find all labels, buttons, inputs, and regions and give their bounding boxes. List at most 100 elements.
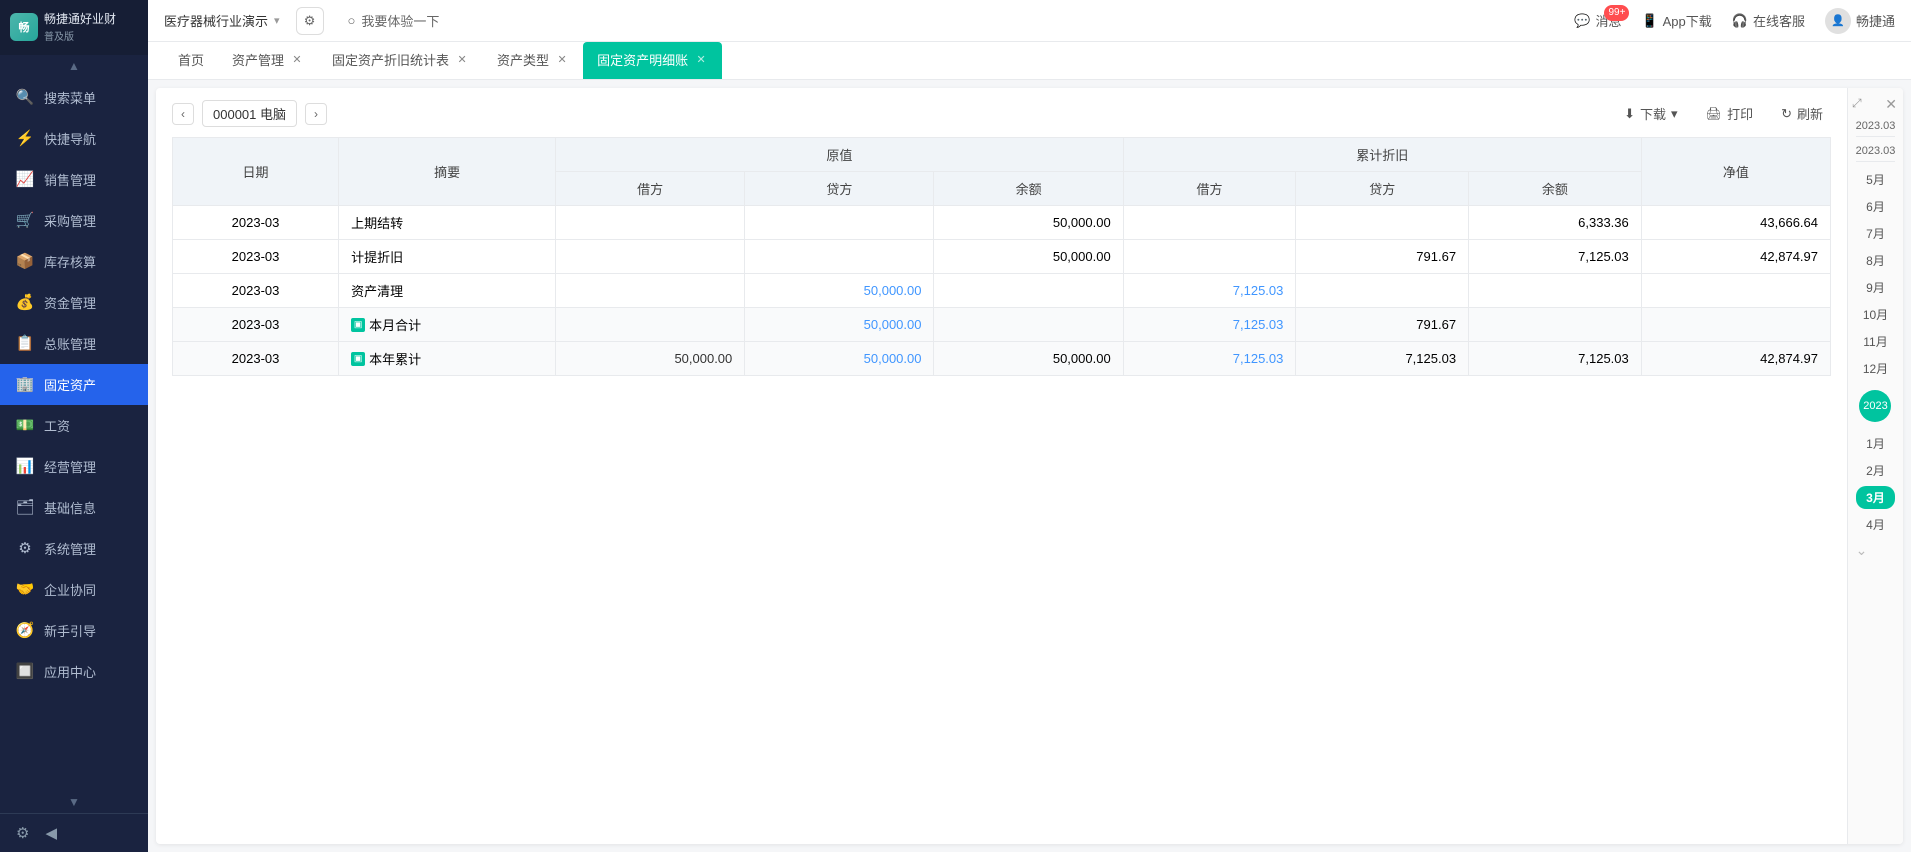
sidebar-item-guide[interactable]: 🧭新手引导 [0, 610, 148, 651]
timeline-month[interactable]: 11月 [1856, 328, 1896, 355]
cell-net-value: 43,666.64 [1641, 206, 1830, 240]
cell-orig-credit: 50,000.00 [745, 308, 934, 342]
ledger-icon: 📋 [16, 334, 34, 352]
cell-summary: ▣本月合计 [339, 308, 556, 342]
sidebar-item-label: 快捷导航 [44, 129, 96, 148]
cell-date: 2023-03 [173, 206, 339, 240]
app-logo: 畅 畅捷通好业财 普及版 [0, 0, 148, 55]
sidebar-item-salary[interactable]: 💵工资 [0, 405, 148, 446]
timeline-month[interactable]: 7月 [1856, 220, 1896, 247]
cell-orig-debit: 50,000.00 [556, 342, 745, 376]
col-orig-credit: 贷方 [745, 172, 934, 206]
tab-close-asset-type[interactable]: ✕ [555, 53, 569, 67]
user-profile[interactable]: 👤 畅捷通 [1825, 8, 1895, 34]
timeline-month[interactable]: 6月 [1856, 193, 1896, 220]
timeline-month-active[interactable]: 3月 [1856, 486, 1896, 509]
sidebar-scroll-down[interactable]: ▼ [0, 791, 148, 813]
settings-icon[interactable]: ⚙ [16, 824, 29, 842]
cell-date: 2023-03 [173, 240, 339, 274]
sidebar-item-fixed[interactable]: 🏢固定资产 [0, 364, 148, 405]
timeline-month[interactable]: 2月 [1856, 457, 1896, 484]
cell-summary: ▣本年累计 [339, 342, 556, 376]
cell-orig-credit [745, 206, 934, 240]
company-settings-button[interactable]: ⚙ [296, 7, 324, 35]
timeline-year-badge[interactable]: 2023 [1859, 390, 1891, 422]
collapse-icon[interactable]: ◀ [45, 824, 57, 842]
col-dep-balance: 余额 [1469, 172, 1642, 206]
timeline-month[interactable]: 4月 [1856, 511, 1896, 538]
tab-label: 固定资产折旧统计表 [332, 50, 449, 69]
tab-asset-type[interactable]: 资产类型✕ [483, 42, 583, 79]
sidebar-item-label: 基础信息 [44, 498, 96, 517]
timeline-close-button[interactable]: ✕ [1885, 96, 1897, 113]
timeline-month[interactable]: 9月 [1856, 274, 1896, 301]
tab-close-asset-mgmt[interactable]: ✕ [290, 53, 304, 67]
tab-asset-detail[interactable]: 固定资产明细账✕ [583, 42, 722, 79]
timeline-month[interactable]: 8月 [1856, 247, 1896, 274]
sidebar-item-inventory[interactable]: 📦库存核算 [0, 241, 148, 282]
cell-orig-balance [934, 274, 1123, 308]
sidebar-item-label: 应用中心 [44, 662, 96, 681]
toolbar-right: ⬇ 下载 ▾ 🖨 打印 ↻ 刷新 [1616, 100, 1831, 127]
basic-icon: 🗂 [16, 498, 34, 516]
cell-dep-balance [1469, 274, 1642, 308]
topbar: 医疗器械行业演示 ▾ ⚙ ○ 我要体验一下 💬 消息 99+ 📱 App下载 🎧… [148, 0, 1911, 42]
timeline-expand-button[interactable]: ⤢ [1852, 96, 1862, 111]
cell-orig-debit [556, 240, 745, 274]
app-download-button[interactable]: 📱 App下载 [1641, 11, 1711, 30]
tab-home[interactable]: 首页 [164, 42, 218, 79]
timeline-month[interactable]: 1月 [1856, 430, 1896, 457]
online-service-button[interactable]: 🎧 在线客服 [1732, 11, 1805, 30]
asset-code-tag: 000001 电脑 [202, 100, 297, 127]
timeline-content: 2023.03 2023.03 5月6月7月8月9月10月11月12月 2023… [1856, 116, 1896, 563]
next-asset-button[interactable]: › [305, 103, 327, 125]
sidebar-item-system[interactable]: ⚙系统管理 [0, 528, 148, 569]
ops-icon: 📊 [16, 457, 34, 475]
tab-close-depreciation-stats[interactable]: ✕ [455, 53, 469, 67]
cell-orig-balance: 50,000.00 [934, 206, 1123, 240]
timeline-month[interactable]: 12月 [1856, 355, 1896, 382]
sidebar-item-ops[interactable]: 📊 经营管理 [0, 446, 148, 487]
experience-button[interactable]: ○ 我要体验一下 [348, 11, 440, 30]
print-button[interactable]: 🖨 打印 [1698, 100, 1762, 127]
table-row: 2023-03 上期结转 50,000.00 6,333.36 43,666.6… [173, 206, 1831, 240]
service-icon: 🎧 [1732, 13, 1748, 29]
sidebar-item-sales[interactable]: 📈销售管理 [0, 159, 148, 200]
tab-close-asset-detail[interactable]: ✕ [694, 53, 708, 67]
tab-asset-mgmt[interactable]: 资产管理✕ [218, 42, 318, 79]
cell-dep-debit: 7,125.03 [1123, 308, 1296, 342]
sidebar-nav: 🔍搜索菜单⚡快捷导航📈销售管理🛒采购管理📦库存核算💰资金管理📋总账管理🏢固定资产… [0, 77, 148, 791]
sidebar-item-ledger[interactable]: 📋总账管理 [0, 323, 148, 364]
sidebar-item-label: 经营管理 [44, 457, 96, 476]
cell-dep-credit: 791.67 [1296, 308, 1469, 342]
sidebar-item-funds[interactable]: 💰资金管理 [0, 282, 148, 323]
messages-button[interactable]: 💬 消息 99+ [1574, 11, 1621, 30]
cell-orig-balance: 50,000.00 [934, 240, 1123, 274]
print-icon: 🖨 [1706, 106, 1723, 122]
col-orig-debit: 借方 [556, 172, 745, 206]
col-summary: 摘要 [339, 138, 556, 206]
cell-date: 2023-03 [173, 342, 339, 376]
sidebar-item-search[interactable]: 🔍搜索菜单 [0, 77, 148, 118]
sidebar-item-label: 搜索菜单 [44, 88, 96, 107]
sidebar-scroll-up[interactable]: ▲ [0, 55, 148, 77]
timeline-down-arrow[interactable]: ⌄ [1856, 542, 1896, 559]
cell-orig-balance [934, 308, 1123, 342]
sidebar-item-apps[interactable]: 🔲应用中心 [0, 651, 148, 692]
cell-dep-credit: 791.67 [1296, 240, 1469, 274]
prev-asset-button[interactable]: ‹ [172, 103, 194, 125]
sidebar-item-collab[interactable]: 🤝企业协同 [0, 569, 148, 610]
company-selector[interactable]: 医疗器械行业演示 ▾ [164, 11, 280, 30]
sidebar-item-purchase[interactable]: 🛒采购管理 [0, 200, 148, 241]
table-area: ‹ 000001 电脑 › ⬇ 下载 ▾ 🖨 [156, 88, 1847, 844]
timeline-month[interactable]: 10月 [1856, 301, 1896, 328]
sidebar-item-quicknav[interactable]: ⚡快捷导航 [0, 118, 148, 159]
timeline-month[interactable]: 5月 [1856, 166, 1896, 193]
refresh-button[interactable]: ↻ 刷新 [1773, 100, 1831, 127]
sidebar-item-basic[interactable]: 🗂 基础信息 [0, 487, 148, 528]
download-button[interactable]: ⬇ 下载 ▾ [1616, 100, 1685, 127]
cell-dep-debit: 7,125.03 [1123, 274, 1296, 308]
tab-depreciation-stats[interactable]: 固定资产折旧统计表 ✕ [318, 42, 483, 79]
cell-dep-balance: 7,125.03 [1469, 240, 1642, 274]
main-content: 医疗器械行业演示 ▾ ⚙ ○ 我要体验一下 💬 消息 99+ 📱 App下载 🎧… [148, 0, 1911, 852]
